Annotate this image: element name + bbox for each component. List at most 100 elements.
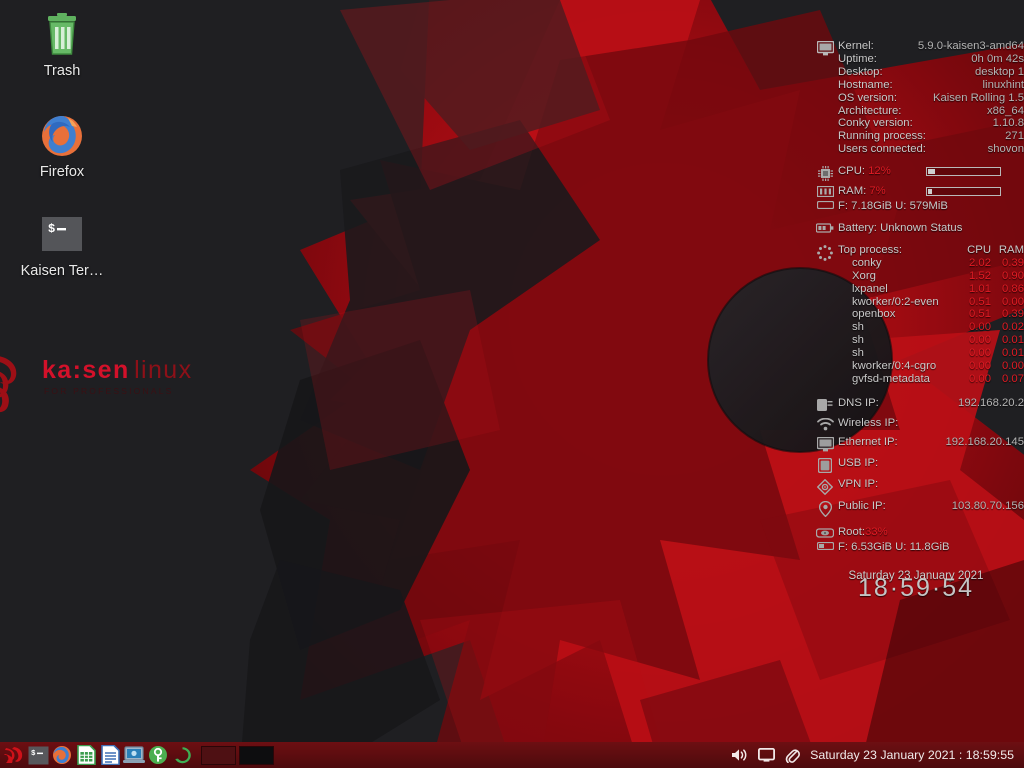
system-row: OS version: Kaisen Rolling 1.5	[838, 92, 1024, 105]
process-ram: 0.01	[1002, 347, 1024, 360]
kaisen-menu-icon[interactable]	[3, 744, 25, 766]
conky-process-block: Top process: CPU RAM conky 2.02 0.39 Xorg 1…	[812, 244, 1024, 386]
process-cpu: 0.00	[969, 360, 991, 373]
taskbar-clock[interactable]: Saturday 23 January 2021 : 18:59:55	[810, 748, 1014, 762]
network-row: Public IP: 103.80.70.156	[838, 500, 1024, 513]
process-ram: 0.39	[1002, 308, 1024, 321]
system-row: Conky version: 1.10.8	[838, 117, 1024, 130]
green-circle-icon[interactable]	[171, 744, 193, 766]
system-row: Running process: 271	[838, 130, 1024, 143]
trash-icon	[0, 8, 124, 60]
conky-cpu-block: CPU: 12%	[812, 165, 1024, 182]
row-key: Uptime:	[838, 52, 877, 65]
volume-icon[interactable]	[731, 748, 748, 762]
network-row: DNS IP: 192.168.20.2	[838, 397, 1024, 410]
ram-icon	[812, 185, 838, 198]
workspace-switcher	[201, 745, 274, 765]
conky-memory-detail-block: F: 7.18GiB U: 579MiB	[812, 200, 1024, 213]
process-name: sh	[852, 347, 864, 360]
taskbar-launchers: $	[0, 744, 193, 766]
ram-label-group: RAM: 7%	[838, 185, 926, 198]
process-ram: 0.90	[1002, 269, 1024, 282]
process-ram: 0.00	[1002, 360, 1024, 373]
conky-clock: Saturday 23 January 2021 18·59·54	[812, 570, 1024, 602]
process-ram: 0.86	[1002, 282, 1024, 295]
row-value: Kaisen Rolling 1.5	[932, 91, 1024, 104]
desktop-icon-firefox[interactable]: Firefox	[0, 109, 124, 180]
process-cpu: 0.00	[969, 321, 991, 334]
disk-detail-text: F: 6.53GiB U: 11.8GiB	[838, 540, 950, 553]
process-cpu: 0.00	[969, 334, 991, 347]
desktop-icon-kaisen-terminal[interactable]: $ Kaisen Ter…	[0, 208, 124, 279]
desktop-icon-label: Firefox	[39, 164, 85, 180]
process-cpu: 0.51	[969, 295, 991, 308]
process-ram: 0.00	[1002, 295, 1024, 308]
process-name: conky	[852, 256, 882, 269]
ram-label: RAM:	[838, 185, 867, 198]
calc-icon[interactable]	[75, 744, 97, 766]
system-row: Architecture: x86_64	[838, 105, 1024, 118]
terminal-icon[interactable]: $	[27, 744, 49, 766]
memory-detail-text: F: 7.18GiB U: 579MiB	[838, 200, 948, 213]
network-row: USB IP:	[838, 457, 1024, 470]
wifi-icon	[812, 417, 838, 431]
conky-network-vpn: VPN IP:	[812, 478, 1024, 495]
process-name: gvfsd-metadata	[852, 372, 930, 385]
row-key: Public IP:	[838, 499, 886, 512]
row-value: linuxhint	[982, 78, 1024, 91]
desktop-icon-label: Kaisen Ter…	[20, 263, 104, 279]
brand-secondary: linux	[134, 356, 193, 384]
process-row: kworker/0:4-cgro 0.00 0.00	[838, 360, 1024, 373]
row-value: 271	[1005, 130, 1024, 143]
row-key: Hostname:	[838, 78, 893, 91]
key-icon[interactable]	[147, 744, 169, 766]
terminal-icon: $	[0, 208, 124, 260]
process-cpu: 1.52	[969, 269, 991, 282]
taskbar: $ Saturday 23 January 2021: 18:59:55	[0, 742, 1024, 768]
process-name: sh	[852, 334, 864, 347]
brand-tagline: FOR PROFESSIONALS	[44, 386, 174, 396]
conky-clock-time: 18·59·54	[857, 573, 975, 602]
conky-network-wireless: Wireless IP:	[812, 417, 1024, 431]
conky-system-monitor: Kernel: 5.9.0-kaisen3-amd64 Uptime: 0h 0m …	[812, 40, 1024, 602]
process-col-ram: RAM	[998, 243, 1024, 256]
brand-primary: ka:sen	[42, 356, 130, 384]
row-value: x86_64	[986, 104, 1024, 117]
firefox-icon[interactable]	[51, 744, 73, 766]
desktop-icon-trash[interactable]: Trash	[0, 8, 124, 79]
process-cpu: 2.02	[969, 256, 991, 269]
svg-text:$: $	[48, 222, 55, 236]
process-name: kworker/0:4-cgro	[852, 360, 937, 373]
row-value: shovon	[987, 143, 1024, 156]
clipboard-icon[interactable]	[785, 747, 801, 763]
system-row: Desktop: desktop 1	[838, 66, 1024, 79]
row-key: DNS IP:	[838, 396, 879, 409]
file-manager-icon[interactable]	[123, 744, 145, 766]
conky-battery-block: Battery: Unknown Status	[812, 222, 1024, 235]
network-row: Ethernet IP: 192.168.20.145	[838, 436, 1024, 449]
workspace-2[interactable]	[239, 745, 274, 765]
display-icon[interactable]	[758, 748, 776, 762]
cpu-label-group: CPU: 12%	[838, 165, 926, 178]
process-ram: 0.07	[1002, 372, 1024, 385]
process-cpu: 0.51	[969, 308, 991, 321]
disk-value: 33%	[865, 525, 888, 538]
process-ram: 0.02	[1002, 321, 1024, 334]
workspace-1[interactable]	[201, 745, 236, 765]
conky-ram-block: RAM: 7%	[812, 185, 1024, 198]
kaisen-brand-text: ka:sen linux	[42, 356, 193, 385]
process-name: sh	[852, 321, 864, 334]
process-row: Xorg 1.52 0.90	[838, 270, 1024, 283]
row-value: 192.168.20.2	[958, 396, 1024, 409]
system-row: Hostname: linuxhint	[838, 79, 1024, 92]
process-row: gvfsd-metadata 0.00 0.07	[838, 373, 1024, 386]
conky-network-dns: DNS IP: 192.168.20.2	[812, 397, 1024, 412]
row-key: VPN IP:	[838, 477, 879, 490]
harddisk-icon	[812, 526, 838, 539]
process-row: sh 0.00 0.01	[838, 347, 1024, 360]
cpu-label: CPU:	[838, 165, 865, 178]
row-key: OS version:	[838, 91, 898, 104]
dns-icon	[812, 397, 838, 412]
writer-icon[interactable]	[99, 744, 121, 766]
process-name: Xorg	[852, 269, 876, 282]
